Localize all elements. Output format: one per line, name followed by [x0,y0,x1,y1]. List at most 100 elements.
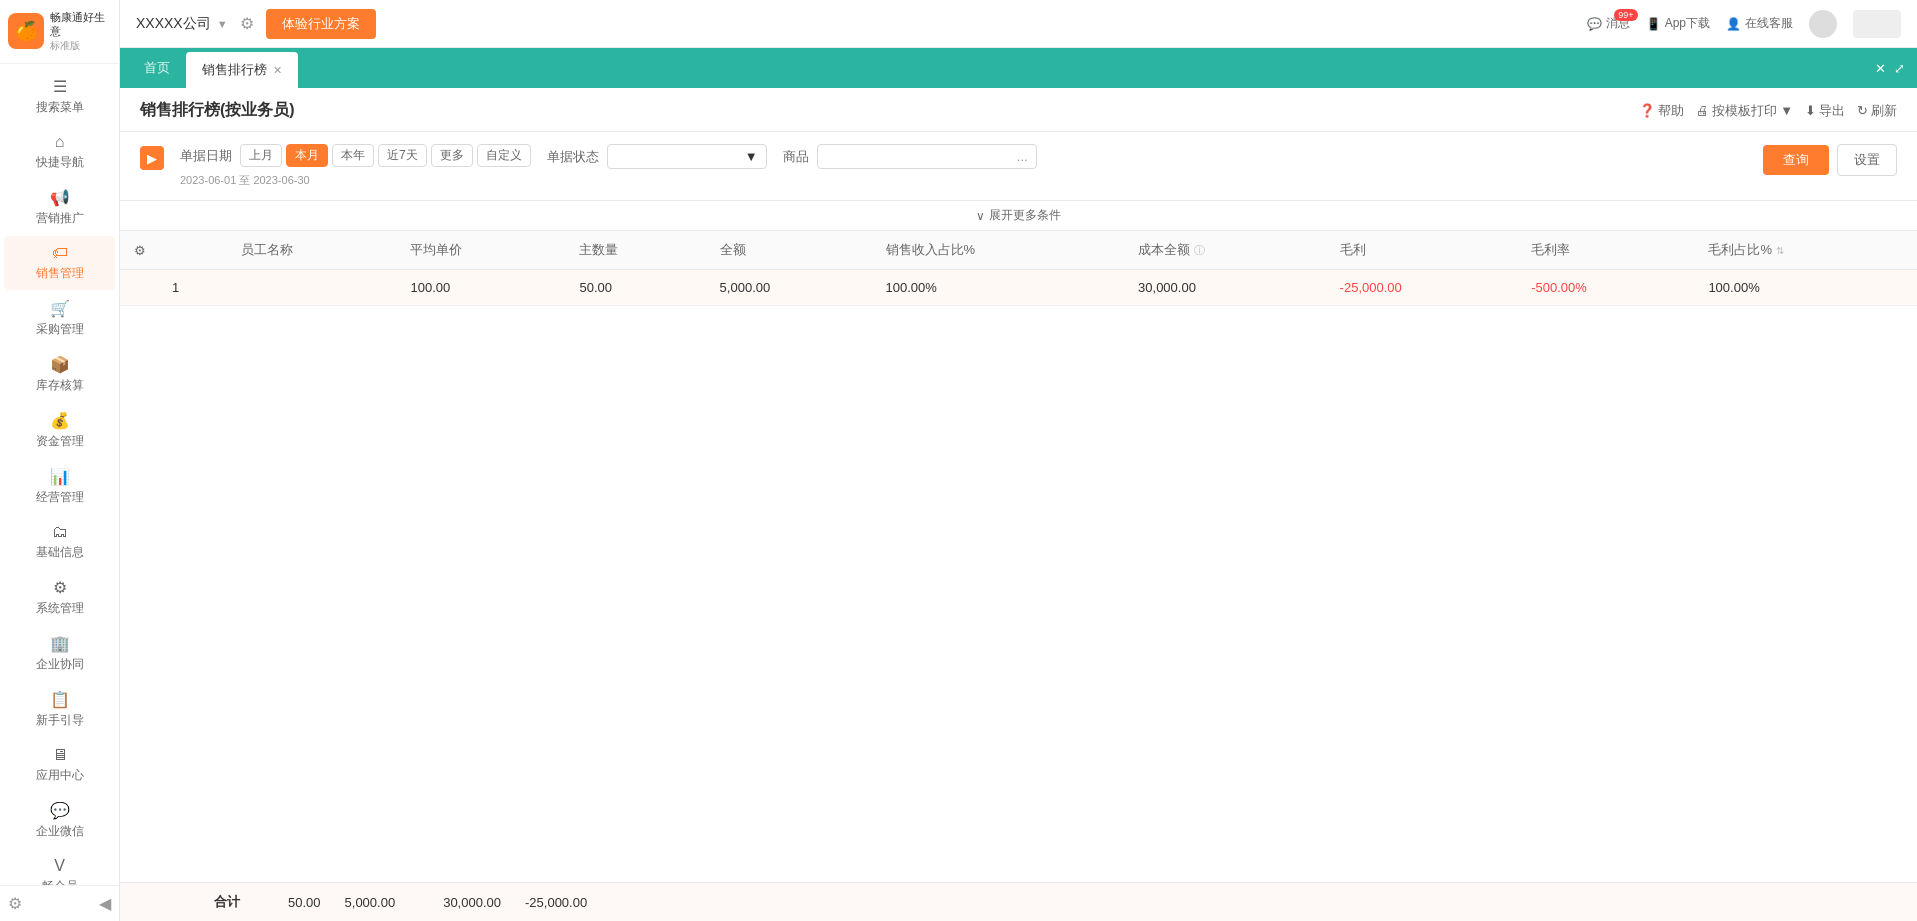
company-selector[interactable]: XXXXX公司 ▼ [136,15,228,33]
operation-icon: 📊 [50,467,70,486]
date-custom-btn[interactable]: 自定义 [477,144,531,167]
setting-button[interactable]: 设置 [1837,144,1897,176]
service-icon: 👤 [1726,17,1741,31]
sidebar-item-appstore[interactable]: 🖥应用中心 [4,738,115,792]
inventory-label: 库存核算 [36,377,84,394]
sidebar-item-member[interactable]: V 畅会员 [4,849,115,885]
col-amount: 全额 [708,231,874,270]
tab-home[interactable]: 首页 [128,48,186,88]
sidebar-bottom: ⚙ ◀ [0,885,119,921]
row-cost: 30,000.00 [1126,270,1328,306]
page-header: 销售排行榜(按业务员) ❓ 帮助 🖨 按模板打印 ▼ ⬇ 导出 ↻ 刷新 [120,88,1917,132]
logo-subtitle: 标准版 [50,39,111,53]
sidebar-item-wechat[interactable]: 💬企业微信 [4,793,115,848]
table-container: ⚙ 员工名称 平均单价 主数量 全额 销售收入占比% 成本全额 ⓘ 毛利 毛利率… [120,231,1917,882]
date-last-month-btn[interactable]: 上月 [240,144,282,167]
guide-label: 新手引导 [36,712,84,729]
settings-bottom-icon[interactable]: ⚙ [8,894,22,913]
refresh-button[interactable]: ↻ 刷新 [1857,102,1897,120]
sidebar-item-system[interactable]: ⚙ 系统管理 [4,570,115,625]
tab-close-all-icon[interactable]: ✕ [1875,61,1886,76]
goods-filter-input[interactable]: ... [817,144,1037,169]
purchase-icon: 🛒 [50,299,70,318]
app-download-item[interactable]: 📱 App下载 [1646,15,1710,32]
search-button[interactable]: 查询 [1763,145,1829,175]
col-name: 员工名称 [229,231,398,270]
sidebar-item-marketing[interactable]: 📢营销推广 [4,180,115,235]
search-icon: ☰ [53,77,67,96]
corp-icon: 🏢 [50,634,70,653]
status-select-arrow-icon: ▼ [745,149,758,164]
row-amount: 5,000.00 [708,270,874,306]
row-profit-rate: -500.00% [1519,270,1696,306]
goods-filter-group: 商品 ... [783,144,1037,169]
col-qty: 主数量 [567,231,707,270]
basic-label: 基础信息 [36,544,84,561]
operation-label: 经营管理 [36,489,84,506]
logo: 🍊 畅康通好生意 标准版 [0,0,119,64]
expand-more-bar: ∨ 展开更多条件 [120,201,1917,231]
tab-bar: 首页 销售排行榜 ✕ ✕ ⤢ [120,48,1917,88]
search-label: 搜索菜单 [36,99,84,116]
sidebar-item-finance[interactable]: 💰资金管理 [4,403,115,458]
message-icon: 💬 [1587,17,1602,31]
filter-bar: ▶ 单据日期 上月 本月 本年 近7天 更多 自定义 2023-06-01 至 … [120,132,1917,201]
logo-icon: 🍊 [8,13,44,49]
member-icon: V [54,857,65,875]
basic-icon: 🗂 [52,523,68,541]
status-filter-label: 单据状态 [547,148,599,166]
sidebar-item-corp[interactable]: 🏢企业协同 [4,626,115,681]
app-icon: 📱 [1646,17,1661,31]
message-icon-item[interactable]: 💬 消息 99+ [1587,15,1630,32]
export-button[interactable]: ⬇ 导出 [1805,102,1845,120]
quick-icon: ⌂ [55,133,65,151]
date-more-btn[interactable]: 更多 [431,144,473,167]
member-label: 畅会员 [42,878,78,885]
finance-label: 资金管理 [36,433,84,450]
col-settings[interactable]: ⚙ [120,231,160,270]
tab-maximize-icon[interactable]: ⤢ [1894,61,1905,76]
row-settings[interactable] [120,270,160,306]
footer-cost: 30,000.00 [431,895,513,910]
status-filter-select[interactable]: ▼ [607,144,767,169]
date-current-month-btn[interactable]: 本月 [286,144,328,167]
sidebar-item-basic[interactable]: 🗂 基础信息 [4,515,115,569]
col-avg-price: 平均单价 [398,231,567,270]
system-icon: ⚙ [53,578,67,597]
topbar-settings-icon[interactable]: ⚙ [240,14,254,33]
col-profit-pct: 毛利占比% ⇅ [1696,231,1917,270]
service-item[interactable]: 👤 在线客服 [1726,15,1793,32]
page-area: 销售排行榜(按业务员) ❓ 帮助 🖨 按模板打印 ▼ ⬇ 导出 ↻ 刷新 ▶ 单… [120,88,1917,921]
tab-close-icon[interactable]: ✕ [273,64,282,77]
sidebar-item-inventory[interactable]: 📦库存核算 [4,347,115,402]
status-filter-group: 单据状态 ▼ [547,144,767,169]
app-label: App下载 [1665,15,1710,32]
sales-label: 销售管理 [36,265,84,282]
filter-arrow-icon[interactable]: ▶ [140,146,164,170]
expand-more-button[interactable]: ∨ 展开更多条件 [976,207,1061,224]
date-7days-btn[interactable]: 近7天 [378,144,427,167]
sidebar-item-sales[interactable]: 🏷销售管理 [4,236,115,290]
purchase-label: 采购管理 [36,321,84,338]
goods-more-link[interactable]: ... [1017,149,1028,164]
system-label: 系统管理 [36,600,84,617]
avatar2[interactable] [1853,10,1901,38]
sidebar-item-guide[interactable]: 📋新手引导 [4,682,115,737]
sidebar-item-search[interactable]: ☰ 搜索菜单 [4,69,115,124]
sidebar-item-quick[interactable]: ⌂快捷导航 [4,125,115,179]
col-profit-rate: 毛利率 [1519,231,1696,270]
message-badge: 99+ [1614,9,1637,21]
appstore-label: 应用中心 [36,767,84,784]
avatar[interactable] [1809,10,1837,38]
trial-button[interactable]: 体验行业方案 [266,9,376,39]
collapse-icon[interactable]: ◀ [99,894,111,913]
sidebar-item-operation[interactable]: 📊 经营管理 [4,459,115,514]
date-current-year-btn[interactable]: 本年 [332,144,374,167]
print-button[interactable]: 🖨 按模板打印 ▼ [1696,102,1793,120]
table-row: 1 100.00 50.00 5,000.00 100.00% 30,000.0… [120,270,1917,306]
help-button[interactable]: ❓ 帮助 [1639,102,1684,120]
sidebar-item-purchase[interactable]: 🛒 采购管理 [4,291,115,346]
wechat-label: 企业微信 [36,823,84,840]
logo-title: 畅康通好生意 [50,10,111,39]
tab-sales-ranking[interactable]: 销售排行榜 ✕ [186,52,298,88]
